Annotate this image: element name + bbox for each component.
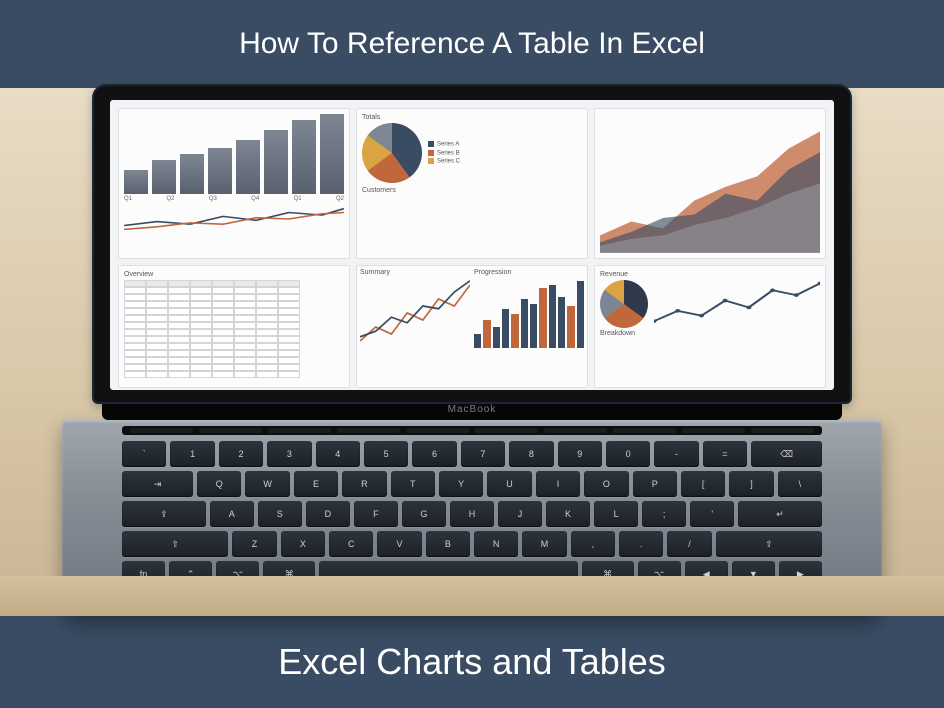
bar-chart xyxy=(124,114,344,194)
key: / xyxy=(667,531,711,557)
key: O xyxy=(584,471,628,497)
key: = xyxy=(703,441,747,467)
laptop-screen-bezel: Q1Q2Q3Q4Q1Q2 Totals Series A Series B Se… xyxy=(92,84,852,404)
key: G xyxy=(402,501,446,527)
laptop-brand-label: MacBook xyxy=(102,404,842,420)
key: B xyxy=(426,531,470,557)
sparkline xyxy=(124,206,344,232)
key: Y xyxy=(439,471,483,497)
key: I xyxy=(536,471,580,497)
panel-bar-chart: Q1Q2Q3Q4Q1Q2 xyxy=(118,108,350,259)
panel-bottom-right: Revenue Breakdown xyxy=(594,265,826,388)
key: ⇧ xyxy=(716,531,822,557)
key: Z xyxy=(232,531,276,557)
key: 0 xyxy=(606,441,650,467)
key: T xyxy=(391,471,435,497)
pie-chart-2 xyxy=(600,280,648,328)
key: ] xyxy=(729,471,773,497)
key: 7 xyxy=(461,441,505,467)
key: L xyxy=(594,501,638,527)
key: ⇥ xyxy=(122,471,193,497)
area-chart xyxy=(600,114,820,253)
key: W xyxy=(245,471,289,497)
sheet-label: Overview xyxy=(124,271,344,278)
laptop: Q1Q2Q3Q4Q1Q2 Totals Series A Series B Se… xyxy=(72,84,872,616)
key: ` xyxy=(122,441,166,467)
key: , xyxy=(571,531,615,557)
header-title: How To Reference A Table In Excel xyxy=(239,27,705,61)
column-chart xyxy=(474,278,584,348)
key: N xyxy=(474,531,518,557)
panel-multiline: Summary xyxy=(360,269,470,384)
key: . xyxy=(619,531,663,557)
key: J xyxy=(498,501,542,527)
touch-bar xyxy=(122,426,822,435)
multiline-label: Summary xyxy=(360,269,470,276)
line-chart-small xyxy=(654,280,820,328)
dashboard-screen: Q1Q2Q3Q4Q1Q2 Totals Series A Series B Se… xyxy=(110,100,834,390)
panel-area-chart xyxy=(594,108,826,259)
key: ⌫ xyxy=(751,441,822,467)
keyboard: `1234567890-=⌫ ⇥QWERTYUIOP[]\ ⇪ASDFGHJKL;'… xyxy=(122,441,822,587)
key: 4 xyxy=(316,441,360,467)
key: ↵ xyxy=(738,501,822,527)
pie-label-2: Customers xyxy=(362,187,582,194)
hero-stage: Q1Q2Q3Q4Q1Q2 Totals Series A Series B Se… xyxy=(0,88,944,616)
pie-legend: Series A Series B Series C xyxy=(428,141,460,165)
key: ' xyxy=(690,501,734,527)
key: E xyxy=(294,471,338,497)
key: A xyxy=(210,501,254,527)
key: C xyxy=(329,531,373,557)
key: ; xyxy=(642,501,686,527)
key: \ xyxy=(778,471,822,497)
key: K xyxy=(546,501,590,527)
key: X xyxy=(281,531,325,557)
key: U xyxy=(487,471,531,497)
key: 1 xyxy=(170,441,214,467)
header-bar: How To Reference A Table In Excel xyxy=(0,0,944,88)
key: 6 xyxy=(412,441,456,467)
key: M xyxy=(522,531,566,557)
panel-vbars: Progression xyxy=(474,269,584,384)
key: 9 xyxy=(558,441,602,467)
key: ⇧ xyxy=(122,531,228,557)
panel-spreadsheet: Overview xyxy=(118,265,350,388)
panel-pie: Totals Series A Series B Series C Custom… xyxy=(356,108,588,259)
key: F xyxy=(354,501,398,527)
key: - xyxy=(654,441,698,467)
br-label-2: Breakdown xyxy=(600,330,820,337)
key: R xyxy=(342,471,386,497)
key: D xyxy=(306,501,350,527)
multiline-chart xyxy=(360,278,470,348)
key: [ xyxy=(681,471,725,497)
key: Q xyxy=(197,471,241,497)
vbars-label: Progression xyxy=(474,269,584,276)
bar-chart-axis: Q1Q2Q3Q4Q1Q2 xyxy=(124,196,344,202)
pie-chart-1 xyxy=(362,123,422,183)
br-label-1: Revenue xyxy=(600,271,820,278)
key: 8 xyxy=(509,441,553,467)
key: ⇪ xyxy=(122,501,206,527)
key: S xyxy=(258,501,302,527)
panel-bottom-mid: Summary Progression xyxy=(356,265,588,388)
spreadsheet-grid xyxy=(124,280,344,378)
desk-surface xyxy=(0,576,944,616)
key: 2 xyxy=(219,441,263,467)
key: H xyxy=(450,501,494,527)
key: V xyxy=(377,531,421,557)
footer-title: Excel Charts and Tables xyxy=(278,641,666,683)
pie-label-1: Totals xyxy=(362,114,582,121)
key: P xyxy=(633,471,677,497)
key: 5 xyxy=(364,441,408,467)
key: 3 xyxy=(267,441,311,467)
footer-bar: Excel Charts and Tables xyxy=(0,616,944,708)
